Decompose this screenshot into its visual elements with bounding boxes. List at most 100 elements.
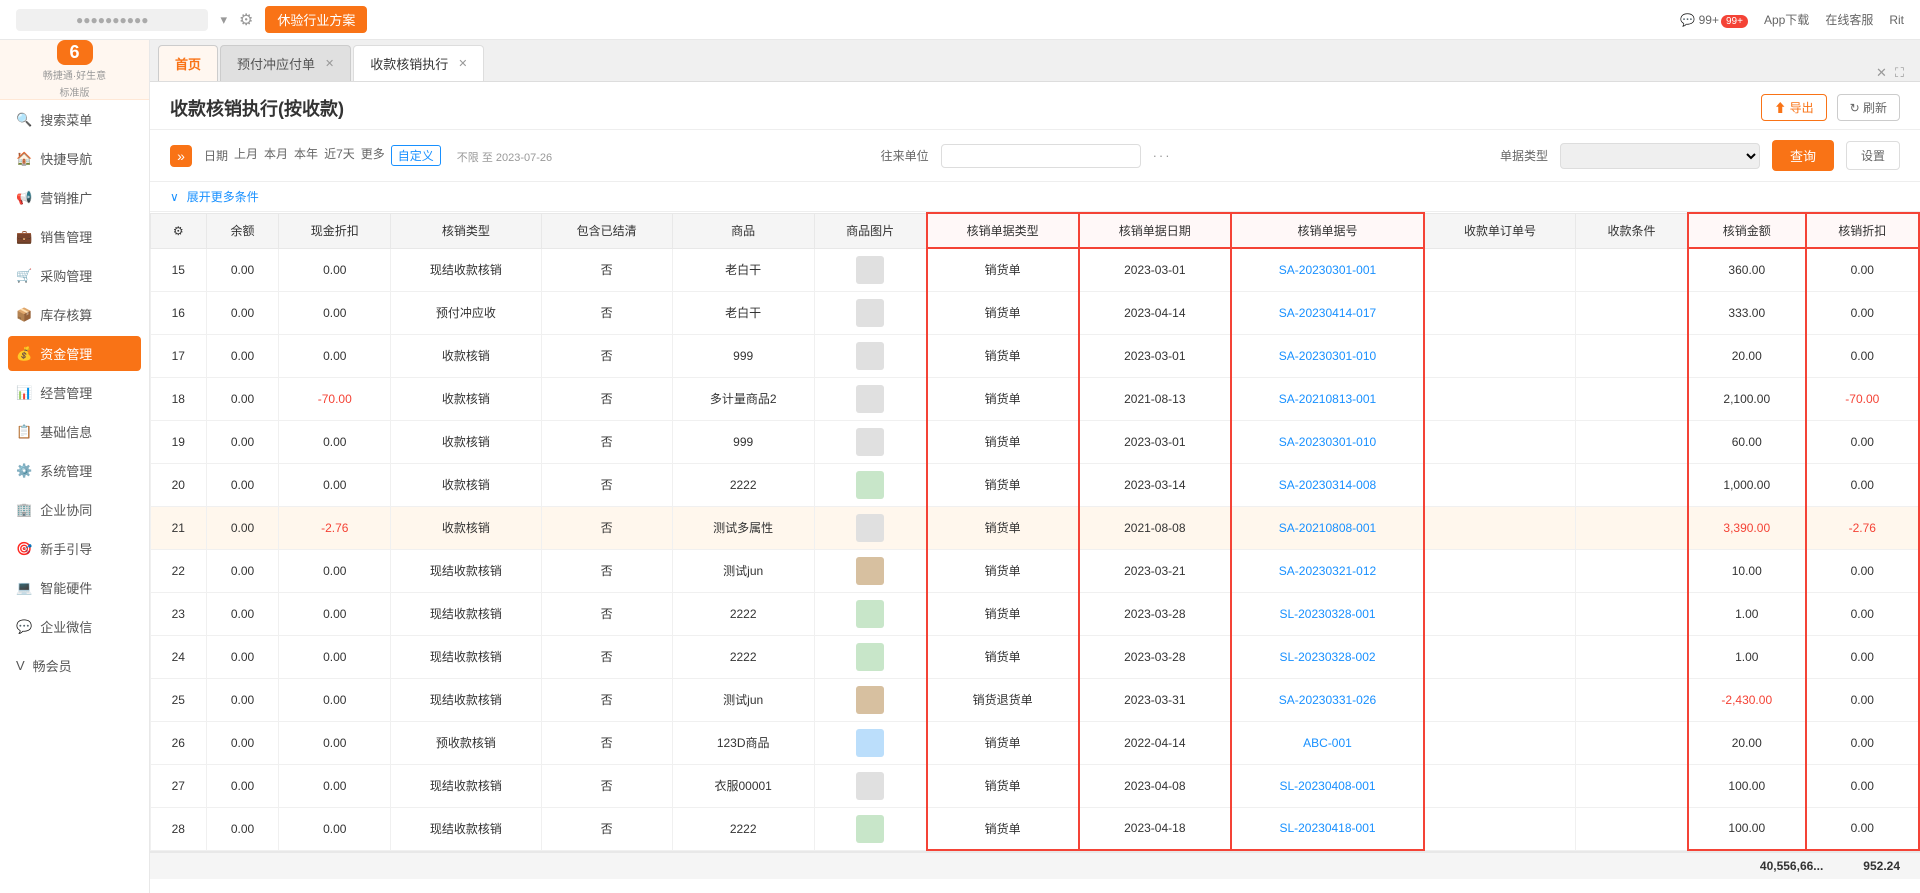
tab-collection-label: 收款核销执行 [370, 54, 448, 73]
cell-cancel-bill-date: 2023-04-18 [1079, 807, 1231, 850]
sidebar-label-hardware: 智能硬件 [40, 578, 92, 597]
sidebar-item-basic[interactable]: 📋 基础信息 [0, 412, 149, 451]
date-last-month[interactable]: 上月 [234, 145, 258, 166]
sidebar-logo: 6 畅捷通·好生意 标准版 [0, 40, 149, 100]
cell-receipt-condition [1575, 334, 1687, 377]
cell-cancel-bill-no[interactable]: SA-20210808-001 [1231, 506, 1424, 549]
date-7days[interactable]: 近7天 [324, 145, 355, 166]
sidebar-item-guide[interactable]: 🎯 新手引导 [0, 529, 149, 568]
finance-icon: 💰 [16, 346, 32, 362]
table-row: 15 0.00 0.00 现结收款核销 否 老白干 销货单 2023-03-01… [151, 248, 1920, 291]
industry-btn[interactable]: 休验行业方案 [265, 6, 367, 33]
cell-no: 20 [151, 463, 207, 506]
app-download-link[interactable]: App下载 [1764, 11, 1809, 28]
filter-expand-btn[interactable]: » [170, 145, 192, 167]
online-service-link[interactable]: 在线客服 [1825, 11, 1873, 28]
tab-prepay-close[interactable]: ✕ [325, 57, 334, 70]
guide-icon: 🎯 [16, 541, 32, 557]
cell-cancel-bill-date: 2023-03-28 [1079, 592, 1231, 635]
sidebar-item-member[interactable]: V 畅会员 [0, 646, 149, 685]
col-cancel-type: 核销类型 [391, 213, 542, 248]
date-custom[interactable]: 自定义 [391, 145, 441, 166]
cell-cancel-bill-no[interactable]: SA-20230314-008 [1231, 463, 1424, 506]
user-name[interactable]: Rit [1889, 13, 1904, 27]
cell-goods-img [814, 764, 926, 807]
sidebar-item-hardware[interactable]: 💻 智能硬件 [0, 568, 149, 607]
cell-cancel-bill-no[interactable]: SL-20230328-001 [1231, 592, 1424, 635]
gear-icon[interactable]: ⚙ [239, 10, 253, 30]
cell-receipt-order-no [1424, 764, 1575, 807]
from-unit-input[interactable] [941, 144, 1141, 168]
cell-cancel-bill-type: 销货单 [927, 764, 1079, 807]
cell-cancel-bill-type: 销货单 [927, 463, 1079, 506]
refresh-btn[interactable]: ↻ 刷新 [1837, 94, 1900, 121]
cell-cash-discount: 0.00 [279, 420, 391, 463]
sidebar-item-wechat[interactable]: 💬 企业微信 [0, 607, 149, 646]
filter-expand-more[interactable]: ∨ 展开更多条件 [150, 182, 1920, 212]
tab-home[interactable]: 首页 [158, 45, 218, 81]
cell-cancel-bill-no[interactable]: SA-20230331-026 [1231, 678, 1424, 721]
sidebar-item-operation[interactable]: 📊 经营管理 [0, 373, 149, 412]
cell-receipt-condition [1575, 248, 1687, 291]
cell-cancel-bill-no[interactable]: SA-20230301-010 [1231, 420, 1424, 463]
cell-cancel-bill-no[interactable]: SL-20230328-002 [1231, 635, 1424, 678]
export-btn[interactable]: ⬆ 导出 [1761, 94, 1826, 121]
sidebar-item-finance[interactable]: 💰 资金管理 [8, 336, 141, 371]
sidebar-item-inventory[interactable]: 📦 库存核算 [0, 295, 149, 334]
sidebar-item-enterprise[interactable]: 🏢 企业协同 [0, 490, 149, 529]
home-icon: 🏠 [16, 151, 32, 167]
cell-cancel-bill-date: 2023-04-14 [1079, 291, 1231, 334]
cell-cancel-bill-no[interactable]: SA-20230414-017 [1231, 291, 1424, 334]
cell-cancel-amount: 3,390.00 [1688, 506, 1806, 549]
sidebar-item-sales[interactable]: 💼 销售管理 [0, 217, 149, 256]
sidebar-item-shortcut[interactable]: 🏠 快捷导航 [0, 139, 149, 178]
cell-receipt-order-no [1424, 635, 1575, 678]
date-more[interactable]: 更多 [361, 145, 385, 166]
notification-badge: 99+ [1721, 15, 1748, 28]
sidebar-item-system[interactable]: ⚙️ 系统管理 [0, 451, 149, 490]
cell-cancel-bill-no[interactable]: SL-20230418-001 [1231, 807, 1424, 850]
cell-cash-discount: 0.00 [279, 463, 391, 506]
cell-goods: 2222 [672, 592, 814, 635]
tab-close-window-icon[interactable]: ✕ [1876, 65, 1887, 81]
clipboard-icon: 📋 [16, 424, 32, 440]
cell-cancel-amount: 1,000.00 [1688, 463, 1806, 506]
date-this-month[interactable]: 本月 [264, 145, 288, 166]
query-btn[interactable]: 查询 [1772, 140, 1834, 171]
cell-goods: 2222 [672, 807, 814, 850]
nav-chevron-down-icon[interactable]: ▾ [220, 12, 227, 28]
filter-bar: » 日期 上月 本月 本年 近7天 更多 自定义 不限 至 2023-07-26… [150, 130, 1920, 182]
tab-collection[interactable]: 收款核销执行 ✕ [353, 45, 484, 81]
tab-expand-icon[interactable]: ⛶ [1895, 65, 1904, 81]
cell-receipt-order-no [1424, 721, 1575, 764]
cell-receipt-condition [1575, 291, 1687, 334]
cell-cancel-bill-no[interactable]: SA-20230321-012 [1231, 549, 1424, 592]
cell-goods: 999 [672, 334, 814, 377]
cell-cancel-bill-no[interactable]: ABC-001 [1231, 721, 1424, 764]
message-icon[interactable]: 💬 99+99+ [1680, 13, 1748, 27]
cell-cancel-bill-no[interactable]: SA-20230301-001 [1231, 248, 1424, 291]
sidebar-item-marketing[interactable]: 📢 营销推广 [0, 178, 149, 217]
sidebar-item-search[interactable]: 🔍 搜索菜单 [0, 100, 149, 139]
expand-more-label: 展开更多条件 [187, 188, 259, 205]
footer-amount-value: 40,556,66... [1760, 859, 1823, 873]
col-settings[interactable]: ⚙ [151, 213, 207, 248]
cell-include-settled: 否 [541, 678, 672, 721]
sidebar-label-member: 畅会员 [33, 656, 72, 675]
cell-cancel-bill-no[interactable]: SA-20230301-010 [1231, 334, 1424, 377]
cell-cancel-bill-no[interactable]: SL-20230408-001 [1231, 764, 1424, 807]
cell-goods: 老白干 [672, 248, 814, 291]
tab-prepay[interactable]: 预付冲应付单 ✕ [220, 45, 351, 81]
sidebar-item-purchase[interactable]: 🛒 采购管理 [0, 256, 149, 295]
settings-btn[interactable]: 设置 [1846, 141, 1900, 170]
cell-cancel-bill-no[interactable]: SA-20210813-001 [1231, 377, 1424, 420]
col-cancel-discount: 核销折扣 [1806, 213, 1919, 248]
tab-collection-close[interactable]: ✕ [458, 57, 467, 70]
cell-cancel-bill-type: 销货单 [927, 377, 1079, 420]
cell-cancel-bill-date: 2022-04-14 [1079, 721, 1231, 764]
cell-receipt-order-no [1424, 248, 1575, 291]
cell-cancel-discount: -70.00 [1806, 377, 1919, 420]
bill-type-select[interactable] [1560, 143, 1760, 169]
date-this-year[interactable]: 本年 [294, 145, 318, 166]
table-row: 17 0.00 0.00 收款核销 否 999 销货单 2023-03-01 S… [151, 334, 1920, 377]
